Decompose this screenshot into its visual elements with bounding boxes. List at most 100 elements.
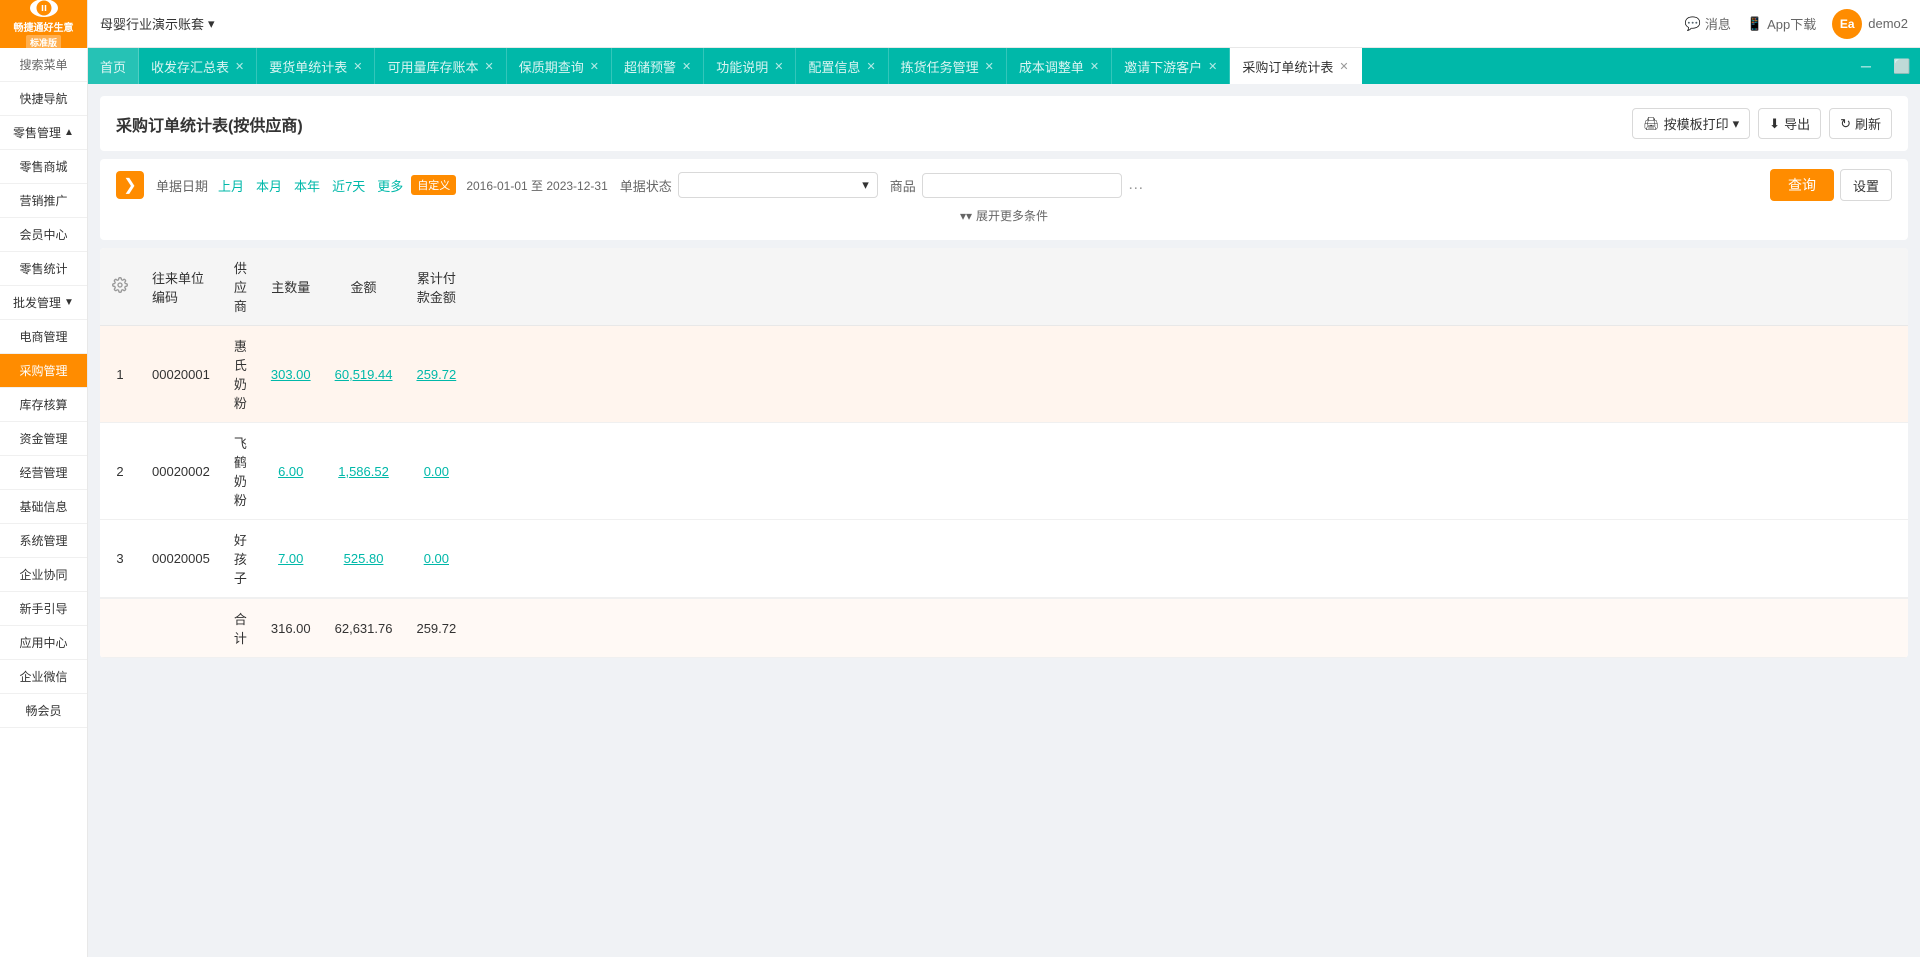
tab-collect-issue[interactable]: 收发存汇总表 ✕	[139, 48, 257, 84]
tab-close-icon[interactable]: ✕	[682, 60, 691, 73]
tab-minimize-btn[interactable]: ─	[1848, 48, 1884, 84]
message-btn[interactable]: 💬 消息	[1685, 14, 1731, 33]
expand-more-btn[interactable]: ▾▾ 展开更多条件	[116, 201, 1892, 230]
cell-empty	[468, 326, 1908, 423]
settings-btn[interactable]: 设置	[1840, 169, 1892, 201]
cell-amount[interactable]: 1,586.52	[323, 423, 405, 520]
sidebar-item-enterprise-wechat-label: 企业微信	[19, 668, 67, 685]
table-settings-icon[interactable]	[112, 277, 128, 293]
sidebar-item-retail-shop[interactable]: 零售商城	[0, 150, 87, 184]
results-table: 往来单位编码 供应商 主数量 金额 累计付款金额 1 00020001 惠氏奶粉…	[100, 248, 1908, 658]
query-btn[interactable]: 查询	[1770, 169, 1834, 201]
export-icon: ⬇	[1769, 116, 1780, 132]
tab-function-desc[interactable]: 功能说明 ✕	[704, 48, 796, 84]
tab-purchase-summary[interactable]: 采购订单统计表 ✕	[1230, 48, 1361, 84]
sidebar-item-finance[interactable]: 资金管理	[0, 422, 87, 456]
tab-close-icon[interactable]: ✕	[1339, 60, 1348, 73]
tab-inventory-account[interactable]: 可用量库存账本 ✕	[375, 48, 506, 84]
sidebar-item-purchase-label: 采购管理	[19, 362, 67, 379]
template-print-btn[interactable]: 🖨 按模板打印 ▾	[1632, 108, 1750, 139]
cell-amount[interactable]: 60,519.44	[323, 326, 405, 423]
sidebar-item-marketing[interactable]: 营销推广	[0, 184, 87, 218]
sidebar-item-inventory-label: 库存核算	[19, 396, 67, 413]
user-profile[interactable]: Ea demo2	[1832, 9, 1908, 39]
tab-order-stats[interactable]: 要货单统计表 ✕	[257, 48, 375, 84]
sidebar-item-basic-info[interactable]: 基础信息	[0, 490, 87, 524]
tab-close-icon[interactable]: ✕	[353, 60, 362, 73]
tab-close-icon[interactable]: ✕	[485, 60, 494, 73]
tab-invite-downstream-label: 邀请下游客户	[1124, 57, 1202, 76]
sidebar-item-vip-label: 畅会员	[25, 702, 61, 719]
sidebar-item-system[interactable]: 系统管理	[0, 524, 87, 558]
sidebar-item-retail-stats[interactable]: 零售统计	[0, 252, 87, 286]
tab-bar-actions: ─ ⬜	[1848, 48, 1920, 84]
sidebar-item-ecommerce[interactable]: 电商管理	[0, 320, 87, 354]
cell-seq: 2	[100, 423, 140, 520]
cell-paid[interactable]: 0.00	[404, 520, 468, 599]
sidebar-item-purchase[interactable]: 采购管理	[0, 354, 87, 388]
tab-cost-adjust[interactable]: 成本调整单 ✕	[1007, 48, 1112, 84]
tab-close-icon[interactable]: ✕	[985, 60, 994, 73]
tab-config-info[interactable]: 配置信息 ✕	[796, 48, 888, 84]
sidebar-item-vip[interactable]: 畅会员	[0, 694, 87, 728]
tab-bar: 首页 收发存汇总表 ✕ 要货单统计表 ✕ 可用量库存账本 ✕ 保质期查询 ✕ 超…	[88, 48, 1920, 84]
filter-action-btns: 查询 设置	[1770, 169, 1892, 201]
top-bar: 母婴行业演示账套 ▾ 💬 消息 📱 App下载 Ea demo2	[88, 0, 1920, 48]
cell-paid[interactable]: 259.72	[404, 326, 468, 423]
page-actions: 🖨 按模板打印 ▾ ⬇ 导出 ↻ 刷新	[1632, 108, 1892, 139]
sidebar-item-quick-nav[interactable]: 快捷导航	[0, 82, 87, 116]
date-custom-badge[interactable]: 自定义	[411, 175, 456, 195]
tab-invite-downstream[interactable]: 邀请下游客户 ✕	[1112, 48, 1230, 84]
tab-close-icon[interactable]: ✕	[235, 60, 244, 73]
tab-purchase-summary-label: 采购订单统计表	[1242, 57, 1333, 76]
tab-expiry-query[interactable]: 保质期查询 ✕	[507, 48, 612, 84]
tab-close-icon[interactable]: ✕	[866, 60, 875, 73]
sidebar-item-member[interactable]: 会员中心	[0, 218, 87, 252]
shortcut-this-month[interactable]: 本月	[252, 174, 286, 197]
cell-amount[interactable]: 525.80	[323, 520, 405, 599]
cell-paid[interactable]: 0.00	[404, 423, 468, 520]
status-select[interactable]: ▾	[678, 172, 878, 198]
filter-toggle-btn[interactable]: ❯	[116, 171, 144, 199]
cell-qty[interactable]: 7.00	[259, 520, 323, 599]
page-title: 采购订单统计表(按供应商)	[116, 112, 303, 136]
tab-home[interactable]: 首页	[88, 48, 139, 84]
workspace-selector[interactable]: 母婴行业演示账套 ▾	[100, 14, 215, 33]
cell-qty[interactable]: 303.00	[259, 326, 323, 423]
tab-overstock-warning[interactable]: 超储预警 ✕	[612, 48, 704, 84]
tab-collect-issue-label: 收发存汇总表	[151, 57, 229, 76]
filter-right: 查询 设置	[1770, 169, 1892, 201]
sidebar-item-retail-stats-label: 零售统计	[19, 260, 67, 277]
tab-expiry-query-label: 保质期查询	[519, 57, 584, 76]
sidebar-item-enterprise[interactable]: 企业协同	[0, 558, 87, 592]
sidebar-item-new-guide[interactable]: 新手引导	[0, 592, 87, 626]
sidebar-item-enterprise-wechat[interactable]: 企业微信	[0, 660, 87, 694]
tab-close-icon[interactable]: ✕	[590, 60, 599, 73]
tab-maximize-btn[interactable]: ⬜	[1884, 48, 1920, 84]
tab-close-icon[interactable]: ✕	[774, 60, 783, 73]
cell-qty[interactable]: 6.00	[259, 423, 323, 520]
sidebar-item-wholesale[interactable]: 批发管理 ▼	[0, 286, 87, 320]
tab-pick-task[interactable]: 拣货任务管理 ✕	[889, 48, 1007, 84]
goods-input[interactable]	[922, 173, 1122, 198]
sidebar-item-retail[interactable]: 零售管理 ▲	[0, 116, 87, 150]
search-menu[interactable]: 搜索菜单	[0, 48, 87, 82]
sidebar-item-app-center[interactable]: 应用中心	[0, 626, 87, 660]
shortcut-last-month[interactable]: 上月	[214, 174, 248, 197]
workspace-name: 母婴行业演示账套	[100, 14, 204, 33]
app-download-btn[interactable]: 📱 App下载	[1747, 14, 1816, 33]
refresh-btn[interactable]: ↻ 刷新	[1829, 108, 1892, 139]
tab-close-icon[interactable]: ✕	[1090, 60, 1099, 73]
date-shortcuts: 上月 本月 本年 近7天 更多 自定义	[214, 174, 456, 197]
goods-more-icon[interactable]: …	[1128, 176, 1144, 194]
shortcut-7days[interactable]: 近7天	[328, 174, 369, 197]
tab-close-icon[interactable]: ✕	[1208, 60, 1217, 73]
app-logo: 畅捷通好生意 标准版	[0, 0, 87, 48]
shortcut-this-year[interactable]: 本年	[290, 174, 324, 197]
sidebar-item-inventory[interactable]: 库存核算	[0, 388, 87, 422]
sidebar-item-operations[interactable]: 经营管理	[0, 456, 87, 490]
search-menu-label: 搜索菜单	[19, 58, 67, 72]
tab-inventory-account-label: 可用量库存账本	[387, 57, 478, 76]
export-btn[interactable]: ⬇ 导出	[1758, 108, 1821, 139]
shortcut-more[interactable]: 更多	[373, 174, 407, 197]
